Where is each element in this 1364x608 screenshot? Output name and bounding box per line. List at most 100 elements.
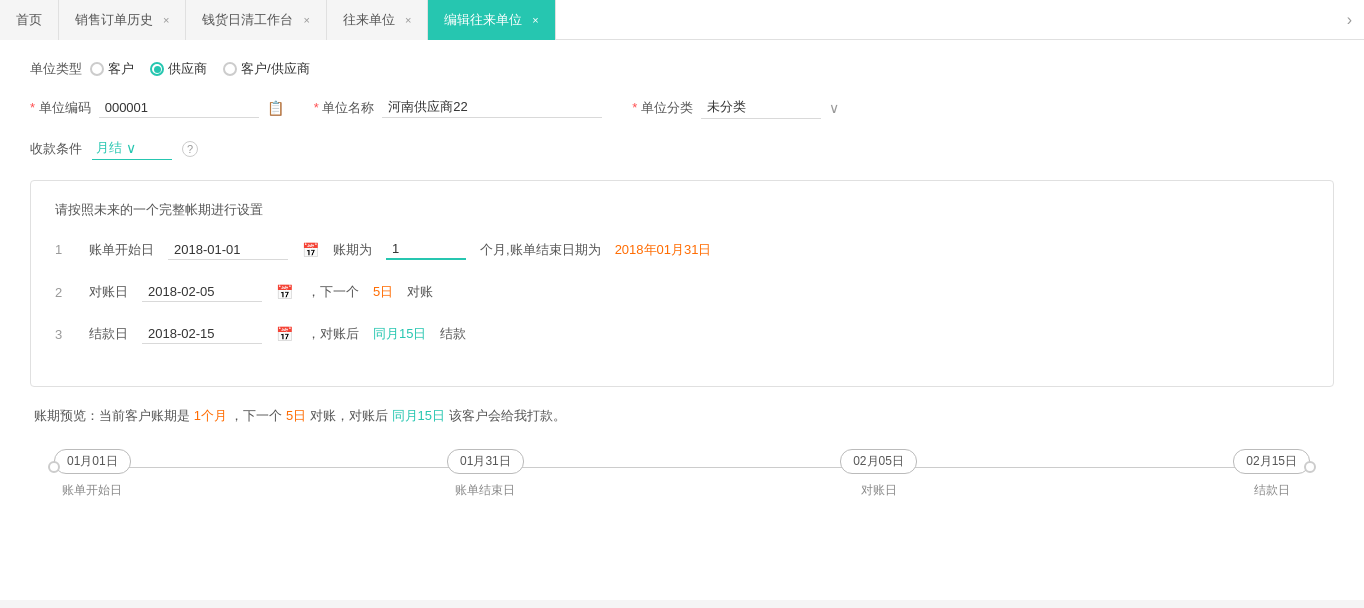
unit-code-field: 单位编码 📋	[30, 98, 284, 118]
reconcile-date-calendar[interactable]: 📅	[276, 284, 293, 300]
period-num-3: 3	[55, 327, 75, 342]
timeline-item-2: 02月05日 对账日	[840, 449, 917, 499]
unit-info-row: 单位编码 📋 单位名称 单位分类 未分类 ∨	[30, 96, 1334, 119]
timeline-badge-3: 02月15日	[1233, 449, 1310, 474]
unit-type-field: 单位类型 客户 供应商 客户/供应商	[30, 60, 310, 78]
timeline-item-1: 01月31日 账单结束日	[447, 449, 524, 499]
payment-condition-row: 收款条件 月结 ∨ ?	[30, 137, 1334, 160]
tab-home-label: 首页	[16, 11, 42, 29]
payment-desc-prefix: ，对账后	[307, 325, 359, 343]
radio-supplier-label: 供应商	[168, 60, 207, 78]
payment-condition-label: 收款条件	[30, 140, 82, 158]
timeline-label-1: 账单结束日	[455, 482, 515, 499]
main-content: 单位类型 客户 供应商 客户/供应商 单位编码 📋	[0, 40, 1364, 600]
timeline-container: 01月01日 账单开始日 01月31日 账单结束日 02月05日 对账日 02月…	[34, 449, 1330, 499]
radio-supplier-circle	[150, 62, 164, 76]
reconcile-desc-suffix: 对账	[407, 283, 433, 301]
unit-code-input[interactable]	[99, 98, 259, 118]
tab-partner-units-label: 往来单位	[343, 11, 395, 29]
preview-part3: 同月15日	[392, 408, 445, 423]
period-months-input[interactable]	[386, 239, 466, 260]
preview-prefix: 账期预览：当前客户账期是	[34, 408, 190, 423]
unit-name-input[interactable]	[382, 98, 602, 118]
unit-type-row: 单位类型 客户 供应商 客户/供应商	[30, 60, 1334, 78]
payment-dropdown-icon: ∨	[126, 140, 136, 156]
radio-both-circle	[223, 62, 237, 76]
start-date-input[interactable]	[168, 240, 288, 260]
period-num-2: 2	[55, 285, 75, 300]
help-icon[interactable]: ?	[182, 141, 198, 157]
period-title: 请按照未来的一个完整帐期进行设置	[55, 201, 1309, 219]
radio-both[interactable]: 客户/供应商	[223, 60, 310, 78]
radio-customer-label: 客户	[108, 60, 134, 78]
timeline-badge-0: 01月01日	[54, 449, 131, 474]
payment-date-input[interactable]	[142, 324, 262, 344]
reconcile-highlight: 5日	[373, 283, 393, 301]
timeline-dot-left	[48, 461, 60, 473]
start-date-calendar[interactable]: 📅	[302, 242, 319, 258]
period-label-1: 账单开始日	[89, 241, 154, 259]
tab-partner-units[interactable]: 往来单位 ×	[327, 0, 428, 40]
period-label-2: 对账日	[89, 283, 128, 301]
tab-home[interactable]: 首页	[0, 0, 59, 40]
period-row-1: 1 账单开始日 📅 账期为 个月,账单结束日期为 2018年01月31日	[55, 239, 1309, 260]
preview-suffix: 该客户会给我打款。	[449, 408, 566, 423]
preview-section: 账期预览：当前客户账期是 1个月 ，下一个 5日 对账，对账后 同月15日 该客…	[30, 407, 1334, 499]
payment-condition-value: 月结	[96, 139, 122, 157]
period-row-2: 2 对账日 📅 ，下一个 5日 对账	[55, 282, 1309, 302]
timeline-dot-right	[1304, 461, 1316, 473]
unit-category-select[interactable]: 未分类	[701, 96, 821, 119]
unit-name-field: 单位名称	[314, 98, 603, 118]
unit-code-label: 单位编码	[30, 99, 91, 117]
tab-cash-work[interactable]: 钱货日清工作台 ×	[186, 0, 326, 40]
preview-part2: 5日	[286, 408, 306, 423]
unit-name-label: 单位名称	[314, 99, 375, 117]
unit-category-dropdown-icon: ∨	[829, 100, 839, 116]
timeline-label-3: 结款日	[1254, 482, 1290, 499]
unit-code-icon[interactable]: 📋	[267, 100, 284, 116]
payment-highlight: 同月15日	[373, 325, 426, 343]
radio-both-label: 客户/供应商	[241, 60, 310, 78]
tab-sales-history-label: 销售订单历史	[75, 11, 153, 29]
period-box: 请按照未来的一个完整帐期进行设置 1 账单开始日 📅 账期为 个月,账单结束日期…	[30, 180, 1334, 387]
radio-customer-circle	[90, 62, 104, 76]
period-label-for: 账期为	[333, 241, 372, 259]
timeline-items: 01月01日 账单开始日 01月31日 账单结束日 02月05日 对账日 02月…	[54, 449, 1310, 499]
unit-category-field: 单位分类 未分类 ∨	[632, 96, 839, 119]
timeline-badge-2: 02月05日	[840, 449, 917, 474]
reconcile-date-input[interactable]	[142, 282, 262, 302]
reconcile-desc-prefix: ，下一个	[307, 283, 359, 301]
tabs-arrow[interactable]: ›	[1335, 11, 1364, 29]
tabs-bar: 首页 销售订单历史 × 钱货日清工作台 × 往来单位 × 编辑往来单位 × ›	[0, 0, 1364, 40]
timeline-label-2: 对账日	[861, 482, 897, 499]
period-row-3: 3 结款日 📅 ，对账后 同月15日 结款	[55, 324, 1309, 344]
unit-category-value: 未分类	[707, 98, 746, 116]
timeline-item-0: 01月01日 账单开始日	[54, 449, 131, 499]
preview-text: 账期预览：当前客户账期是 1个月 ，下一个 5日 对账，对账后 同月15日 该客…	[34, 407, 1330, 425]
radio-customer[interactable]: 客户	[90, 60, 134, 78]
tab-partner-units-close[interactable]: ×	[405, 14, 411, 26]
tab-edit-partner-close[interactable]: ×	[532, 14, 538, 26]
tab-sales-history-close[interactable]: ×	[163, 14, 169, 26]
tab-sales-history[interactable]: 销售订单历史 ×	[59, 0, 186, 40]
tab-edit-partner[interactable]: 编辑往来单位 ×	[428, 0, 555, 40]
period-end-date: 2018年01月31日	[615, 241, 712, 259]
tab-cash-work-label: 钱货日清工作台	[202, 11, 293, 29]
payment-date-calendar[interactable]: 📅	[276, 326, 293, 342]
tab-cash-work-close[interactable]: ×	[303, 14, 309, 26]
radio-group: 客户 供应商 客户/供应商	[90, 60, 310, 78]
payment-condition-select[interactable]: 月结 ∨	[92, 137, 172, 160]
preview-sep1: ，下一个	[230, 408, 282, 423]
preview-sep2: 对账，对账后	[310, 408, 388, 423]
period-num-1: 1	[55, 242, 75, 257]
period-label-3: 结款日	[89, 325, 128, 343]
period-month-suffix: 个月,账单结束日期为	[480, 241, 601, 259]
tab-edit-partner-label: 编辑往来单位	[444, 11, 522, 29]
payment-desc-suffix: 结款	[440, 325, 466, 343]
timeline-item-3: 02月15日 结款日	[1233, 449, 1310, 499]
timeline-label-0: 账单开始日	[62, 482, 122, 499]
unit-type-label: 单位类型	[30, 60, 82, 78]
radio-supplier[interactable]: 供应商	[150, 60, 207, 78]
unit-category-label: 单位分类	[632, 99, 693, 117]
timeline-badge-1: 01月31日	[447, 449, 524, 474]
